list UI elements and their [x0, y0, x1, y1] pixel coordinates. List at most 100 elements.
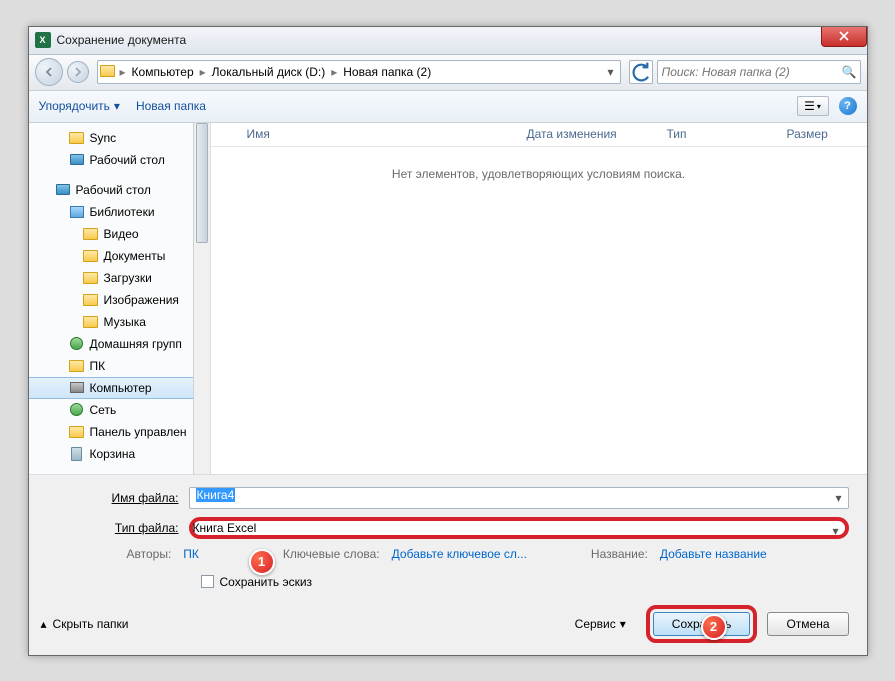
sidebar-item-label: Корзина: [90, 447, 136, 461]
breadcrumb[interactable]: ▸ Компьютер ▸ Локальный диск (D:) ▸ Нова…: [97, 60, 621, 84]
folder-tree: Sync Рабочий стол Рабочий стол Библиотеки Ви…: [29, 123, 210, 469]
toolbar: Упорядочить ▾ Новая папка ☰ ▾ ?: [29, 91, 867, 123]
sidebar-item-label: Музыка: [104, 315, 146, 329]
scrollbar-thumb[interactable]: [196, 123, 208, 243]
desktop-icon: [69, 152, 85, 168]
sidebar-item[interactable]: Документы: [29, 245, 210, 267]
view-mode-button[interactable]: ☰ ▾: [797, 96, 829, 116]
column-type[interactable]: Тип: [667, 127, 787, 141]
titlebar: X Сохранение документа: [29, 27, 867, 55]
bottom-panel: Имя файла: Книга4 Тип файла: Книга Excel…: [29, 474, 867, 655]
refresh-button[interactable]: [629, 60, 653, 84]
keywords-value[interactable]: Добавьте ключевое сл...: [392, 547, 527, 561]
annotation-badge-1: 1: [249, 549, 275, 575]
sidebar-item[interactable]: Библиотеки: [29, 201, 210, 223]
desktop-icon: [55, 182, 71, 198]
sidebar-item[interactable]: Панель управлен: [29, 421, 210, 443]
column-name[interactable]: Имя: [247, 127, 527, 141]
sidebar-item-label: Видео: [104, 227, 139, 241]
chevron-right-icon: ▸: [329, 65, 339, 79]
sidebar-item[interactable]: Sync: [29, 127, 210, 149]
crumb-drive[interactable]: Локальный диск (D:): [208, 65, 330, 79]
chevron-down-icon[interactable]: ▾: [602, 65, 620, 79]
column-date[interactable]: Дата изменения: [527, 127, 667, 141]
net-icon: [69, 402, 85, 418]
folder-icon: [83, 292, 99, 308]
organize-menu[interactable]: Упорядочить ▾: [39, 99, 120, 113]
sidebar-item[interactable]: Домашняя групп: [29, 333, 210, 355]
empty-message: Нет элементов, удовлетворяющих условиям …: [211, 167, 867, 181]
chevron-up-icon: ▴: [41, 617, 47, 631]
chevron-down-icon: ▾: [620, 617, 626, 631]
crumb-computer[interactable]: Компьютер: [128, 65, 198, 79]
filename-input[interactable]: Книга4: [189, 487, 849, 509]
crumb-folder[interactable]: Новая папка (2): [339, 65, 435, 79]
help-button[interactable]: ?: [839, 97, 857, 115]
folder-icon: [83, 270, 99, 286]
save-thumbnail-checkbox[interactable]: [201, 575, 214, 588]
filename-label: Имя файла:: [41, 491, 189, 505]
forward-button[interactable]: [67, 61, 89, 83]
sidebar-item-label: Компьютер: [90, 381, 152, 395]
sidebar-item[interactable]: Рабочий стол: [29, 149, 210, 171]
sidebar-item[interactable]: Корзина: [29, 443, 210, 465]
title-meta-value[interactable]: Добавьте название: [660, 547, 767, 561]
excel-icon: X: [35, 32, 51, 48]
net-icon: [69, 336, 85, 352]
sidebar-item-label: Загрузки: [104, 271, 152, 285]
sidebar-item-label: Изображения: [104, 293, 179, 307]
folder-icon: [83, 314, 99, 330]
sidebar-item-label: Sync: [90, 131, 117, 145]
column-size[interactable]: Размер: [787, 127, 867, 141]
new-folder-button[interactable]: Новая папка: [136, 99, 206, 113]
nav-bar: ▸ Компьютер ▸ Локальный диск (D:) ▸ Нова…: [29, 55, 867, 91]
save-dialog: X Сохранение документа ▸ Компьютер ▸ Лок…: [28, 26, 868, 656]
bin-icon: [69, 446, 85, 462]
sidebar-item[interactable]: Сеть: [29, 399, 210, 421]
tools-menu[interactable]: Сервис▾: [575, 617, 626, 631]
folder-icon: [83, 226, 99, 242]
cancel-button[interactable]: Отмена: [767, 612, 848, 636]
arrow-left-icon: [43, 66, 55, 78]
authors-label: Авторы:: [127, 547, 172, 561]
sidebar: Sync Рабочий стол Рабочий стол Библиотеки Ви…: [29, 123, 211, 474]
chevron-right-icon: ▸: [118, 65, 128, 79]
folder-icon: [83, 248, 99, 264]
sidebar-item[interactable]: Видео: [29, 223, 210, 245]
folder-icon: [98, 65, 118, 80]
authors-value[interactable]: ПК: [183, 547, 199, 561]
sidebar-item[interactable]: Изображения: [29, 289, 210, 311]
sidebar-item[interactable]: Загрузки: [29, 267, 210, 289]
filetype-dropdown[interactable]: Книга Excel: [189, 517, 849, 539]
close-icon: [839, 31, 849, 41]
sidebar-item-label: Рабочий стол: [90, 153, 165, 167]
annotation-badge-2: 2: [701, 614, 727, 640]
folder-icon: [69, 130, 85, 146]
lib-icon: [69, 204, 85, 220]
sidebar-item[interactable]: Рабочий стол: [29, 179, 210, 201]
search-box[interactable]: 🔍: [657, 60, 861, 84]
sidebar-item[interactable]: Музыка: [29, 311, 210, 333]
comp-icon: [69, 380, 85, 396]
sidebar-item-label: ПК: [90, 359, 106, 373]
file-list-pane: Имя Дата изменения Тип Размер Нет элемен…: [211, 123, 867, 474]
title-meta-label: Название:: [591, 547, 648, 561]
search-icon: 🔍: [842, 65, 856, 79]
arrow-right-icon: [72, 66, 84, 78]
sidebar-item-label: Библиотеки: [90, 205, 155, 219]
sidebar-item-label: Домашняя групп: [90, 337, 182, 351]
scrollbar[interactable]: [193, 123, 210, 474]
close-button[interactable]: [821, 27, 867, 47]
view-icon: ☰: [804, 99, 815, 113]
refresh-icon: [630, 61, 652, 83]
hide-folders-button[interactable]: ▴ Скрыть папки: [41, 617, 129, 631]
sidebar-item[interactable]: Компьютер: [29, 377, 210, 399]
chevron-down-icon: ▾: [114, 99, 120, 113]
search-input[interactable]: [662, 65, 842, 79]
sidebar-item-label: Панель управлен: [90, 425, 187, 439]
sidebar-item[interactable]: ПК: [29, 355, 210, 377]
sidebar-item-label: Документы: [104, 249, 166, 263]
back-button[interactable]: [35, 58, 63, 86]
save-thumbnail-label: Сохранить эскиз: [220, 575, 313, 589]
filetype-label: Тип файла:: [41, 521, 189, 535]
